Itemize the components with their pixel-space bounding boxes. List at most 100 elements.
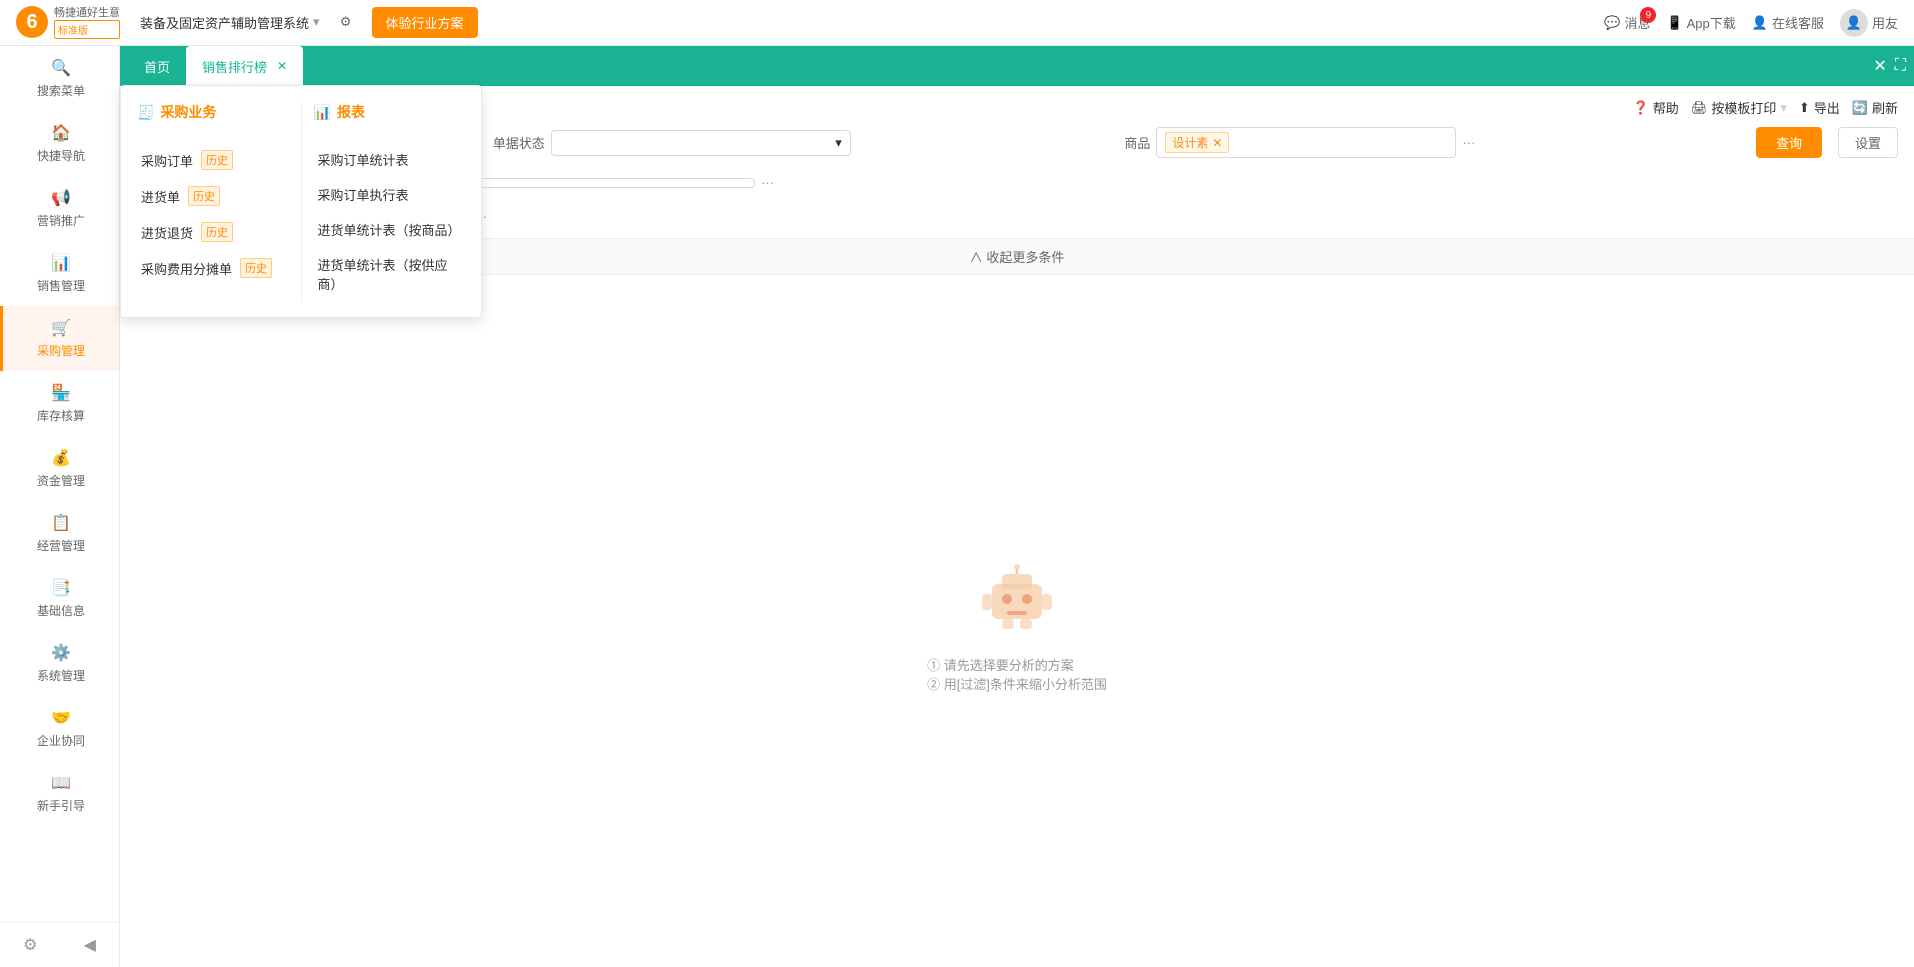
goods-select[interactable]: 设计素 ✕ xyxy=(1156,127,1456,158)
user-label: 用友 xyxy=(1872,13,1898,32)
goods-label: 商品 xyxy=(1124,133,1150,152)
logo-text-block: 畅捷通好生意 标准版 xyxy=(54,6,120,39)
help-action[interactable]: ❓ 帮助 xyxy=(1633,98,1679,117)
tab-maximize-icon[interactable]: ⛶ xyxy=(1895,57,1906,75)
system-title: 装备及固定资产辅助管理系统 xyxy=(140,13,309,32)
menu-item-expense[interactable]: 采购费用分摊单 历史 xyxy=(137,250,289,286)
hist-badge-purchase-order: 历史 xyxy=(201,150,233,170)
logo-char: 6 xyxy=(26,11,37,34)
sidebar-item-marketing-label: 营销推广 xyxy=(37,212,85,229)
logo-icon: 6 xyxy=(16,6,48,38)
sidebar-item-operations[interactable]: 📋 经营管理 xyxy=(0,501,119,566)
purchase-dropdown-menu: 🧾 采购业务 采购订单 历史 进货单 历史 进货退货 历史 采购费用分摊单 历史 xyxy=(120,85,482,318)
sidebar-item-enterprise[interactable]: 🤝 企业协同 xyxy=(0,696,119,761)
phone-icon: 📱 xyxy=(1666,15,1682,31)
sidebar-item-purchase-label: 采购管理 xyxy=(37,342,85,359)
logo-text: 畅捷通好生意 xyxy=(54,6,120,20)
menu-item-purchase-order[interactable]: 采购订单 历史 xyxy=(137,142,289,178)
collapse-label: 收起更多条件 xyxy=(986,250,1064,265)
message-action[interactable]: 💬 消息 9 xyxy=(1604,13,1650,32)
sidebar-item-system[interactable]: ⚙️ 系统管理 xyxy=(0,631,119,696)
doc-status-select[interactable]: ▾ xyxy=(551,130,851,156)
purchase-business-icon: 🧾 xyxy=(137,104,154,121)
guide-icon: 📖 xyxy=(51,773,71,793)
sidebar-item-inventory-label: 库存核算 xyxy=(37,407,85,424)
sidebar-item-purchase[interactable]: 🛒 采购管理 xyxy=(0,306,119,371)
export-icon: ⬆ xyxy=(1799,100,1810,116)
sidebar-items: 🔍 搜索菜单 🏠 快捷导航 📢 营销推广 📊 销售管理 🛒 采购管 xyxy=(0,46,119,826)
sidebar-item-quick-nav[interactable]: 🏠 快捷导航 xyxy=(0,111,119,176)
sidebar: 🔍 搜索菜单 🏠 快捷导航 📢 营销推广 📊 销售管理 🛒 采购管 xyxy=(0,46,120,967)
search-icon: 🔍 xyxy=(51,58,71,78)
sidebar-item-search[interactable]: 🔍 搜索菜单 xyxy=(0,46,119,111)
settings-button[interactable]: 设置 xyxy=(1838,127,1898,158)
menu-item-incoming-supplier-label: 进货单统计表（按供应商） xyxy=(318,255,462,293)
salesman-more-btn[interactable]: ··· xyxy=(761,175,774,190)
menu-column-business: 🧾 采购业务 采购订单 历史 进货单 历史 进货退货 历史 采购费用分摊单 历史 xyxy=(137,102,289,301)
menu-item-incoming-supplier[interactable]: 进货单统计表（按供应商） xyxy=(314,247,466,301)
sidebar-item-finance[interactable]: 💰 资金管理 xyxy=(0,436,119,501)
report-icon: 📊 xyxy=(314,104,331,121)
system-title-dropdown[interactable]: 装备及固定资产辅助管理系统 ▾ xyxy=(132,13,320,32)
top-bar-right: 💬 消息 9 📱 App下载 👤 在线客服 👤 用友 xyxy=(1604,9,1898,37)
tab-sales-rank[interactable]: 销售排行榜 ✕ xyxy=(186,46,303,86)
service-icon: 👤 xyxy=(1752,15,1768,31)
home-icon: 🏠 xyxy=(51,123,71,143)
sidebar-item-marketing[interactable]: 📢 营销推广 xyxy=(0,176,119,241)
goods-tag-close[interactable]: ✕ xyxy=(1212,136,1222,150)
menu-item-incoming-goods-label: 进货单统计表（按商品） xyxy=(318,220,461,239)
sidebar-collapse-icon[interactable]: ◀ xyxy=(84,935,96,955)
search-button[interactable]: 查询 xyxy=(1756,127,1822,158)
sidebar-item-operations-label: 经营管理 xyxy=(37,537,85,554)
menu-item-return[interactable]: 进货退货 历史 xyxy=(137,214,289,250)
settings-gear-icon[interactable]: ⚙ xyxy=(332,8,360,36)
sidebar-item-quick-nav-label: 快捷导航 xyxy=(37,147,85,164)
enterprise-icon: 🤝 xyxy=(51,708,71,728)
menu-item-incoming-label: 进货单 xyxy=(141,187,180,206)
basic-info-icon: 📑 xyxy=(51,578,71,598)
purchase-icon: 🛒 xyxy=(51,318,71,338)
sidebar-item-guide-label: 新手引导 xyxy=(37,797,85,814)
help-icon: ❓ xyxy=(1633,100,1649,116)
sidebar-item-system-label: 系统管理 xyxy=(37,667,85,684)
industry-btn[interactable]: 体验行业方案 xyxy=(372,7,478,38)
logo-badge: 标准版 xyxy=(54,20,120,39)
print-action[interactable]: 🖨 按模板打印 ▾ xyxy=(1691,98,1787,117)
menu-item-incoming-goods[interactable]: 进货单统计表（按商品） xyxy=(314,212,466,247)
tab-home[interactable]: 首页 xyxy=(128,46,186,86)
salesman-select[interactable] xyxy=(455,178,755,188)
message-badge: 9 xyxy=(1640,7,1656,23)
empty-state: ① 请先选择要分析的方案 ② 用[过滤]条件来缩小分析范围 xyxy=(927,549,1107,693)
sidebar-item-search-label: 搜索菜单 xyxy=(37,82,85,99)
menu-item-order-stats[interactable]: 采购订单统计表 xyxy=(314,142,466,177)
help-label: 帮助 xyxy=(1653,98,1679,117)
sidebar-item-basic-info[interactable]: 📑 基础信息 xyxy=(0,566,119,631)
tab-close-icon[interactable]: ✕ xyxy=(277,59,287,73)
menu-item-order-exec[interactable]: 采购订单执行表 xyxy=(314,177,466,212)
export-action[interactable]: ⬆ 导出 xyxy=(1799,98,1840,117)
sidebar-settings-icon[interactable]: ⚙ xyxy=(23,935,37,955)
user-avatar: 👤 xyxy=(1840,9,1868,37)
menu-item-purchase-order-label: 采购订单 xyxy=(141,151,193,170)
print-label: 按模板打印 xyxy=(1711,98,1776,117)
menu-item-incoming[interactable]: 进货单 历史 xyxy=(137,178,289,214)
goods-more-btn[interactable]: ··· xyxy=(1462,135,1475,150)
sidebar-item-guide[interactable]: 📖 新手引导 xyxy=(0,761,119,826)
app-download-action[interactable]: 📱 App下载 xyxy=(1666,13,1735,32)
sidebar-item-finance-label: 资金管理 xyxy=(37,472,85,489)
system-icon: ⚙️ xyxy=(51,643,71,663)
sidebar-item-sales-label: 销售管理 xyxy=(37,277,85,294)
refresh-action[interactable]: 🔄 刷新 xyxy=(1852,98,1898,117)
tab-bar-right: ✕ ⛶ xyxy=(1873,56,1906,76)
refresh-label: 刷新 xyxy=(1872,98,1898,117)
user-action[interactable]: 👤 用友 xyxy=(1840,9,1898,37)
online-service-action[interactable]: 👤 在线客服 xyxy=(1752,13,1824,32)
marketing-icon: 📢 xyxy=(51,188,71,208)
tab-window-close-icon[interactable]: ✕ xyxy=(1873,56,1886,76)
tab-bar: 首页 销售排行榜 ✕ ✕ ⛶ xyxy=(120,46,1914,86)
sidebar-item-sales[interactable]: 📊 销售管理 xyxy=(0,241,119,306)
top-bar-left: 6 畅捷通好生意 标准版 装备及固定资产辅助管理系统 ▾ ⚙ 体验行业方案 xyxy=(16,6,478,39)
logo-area: 6 畅捷通好生意 标准版 xyxy=(16,6,120,39)
sidebar-item-inventory[interactable]: 🏪 库存核算 xyxy=(0,371,119,436)
empty-tip2: ② 用[过滤]条件来缩小分析范围 xyxy=(927,674,1107,693)
